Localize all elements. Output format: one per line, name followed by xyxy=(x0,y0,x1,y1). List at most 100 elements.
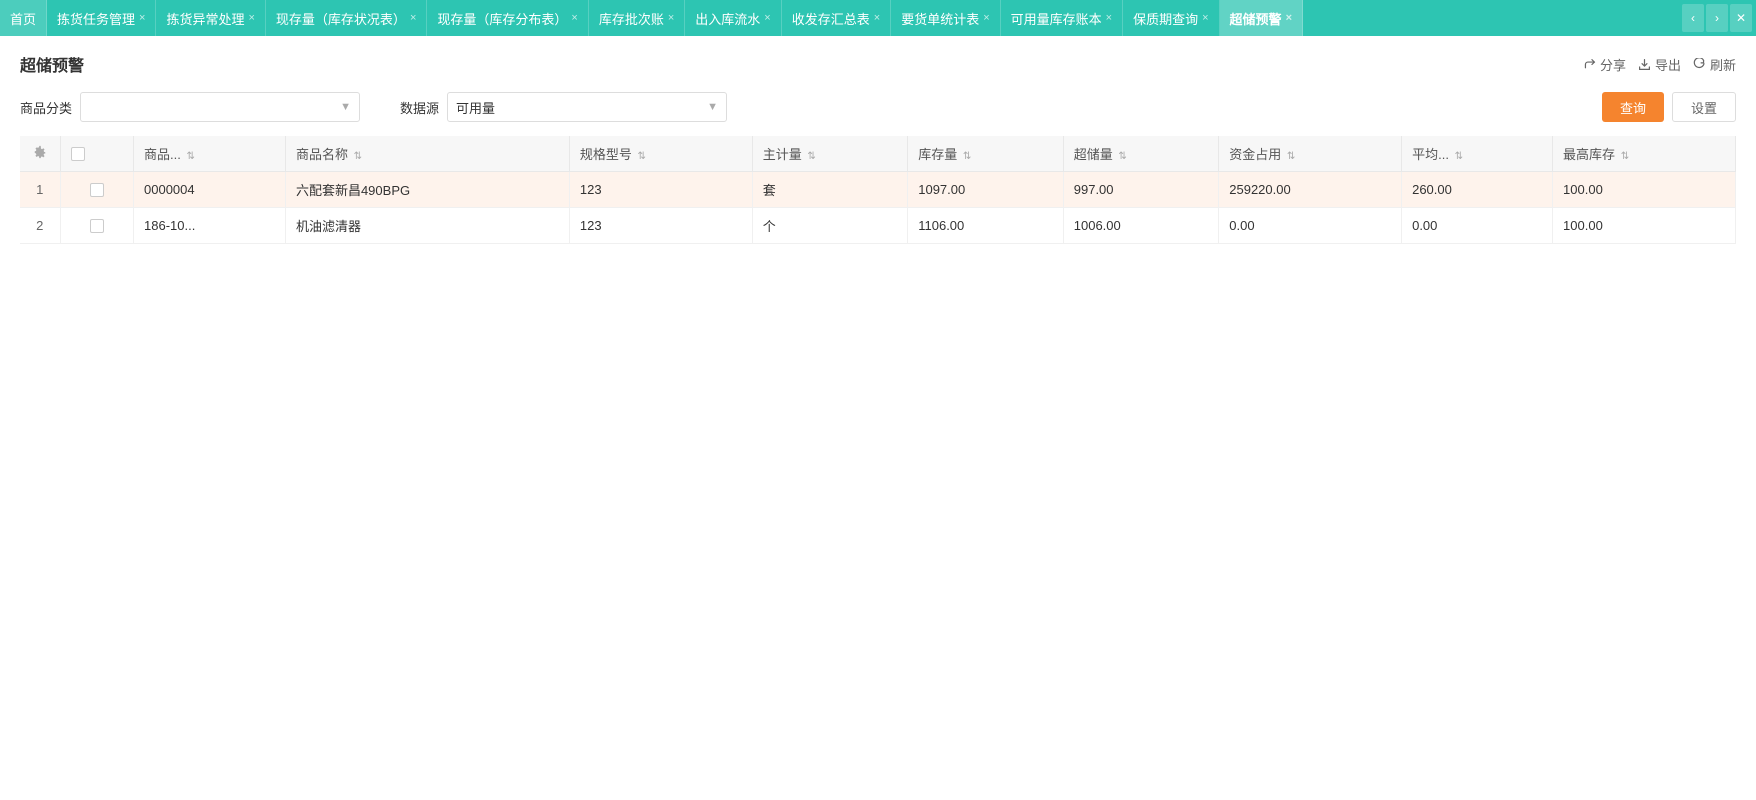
nav-tab-quality-check[interactable]: 保质期查询 × xyxy=(1123,0,1219,36)
sort-name-icon: ⇅ xyxy=(354,151,362,162)
refresh-icon xyxy=(1693,58,1706,71)
page-header: 超储预警 分享 导出 刷新 xyxy=(20,52,1736,76)
datasource-label: 数据源 xyxy=(400,98,439,117)
datasource-chevron-icon: ▼ xyxy=(707,101,718,113)
th-checkbox[interactable] xyxy=(60,136,134,172)
nav-next-btn[interactable]: › xyxy=(1706,4,1728,32)
category-label: 商品分类 xyxy=(20,98,72,117)
nav-tab-collect-summary[interactable]: 收发存汇总表 × xyxy=(782,0,891,36)
row-checkbox-cell-1[interactable] xyxy=(60,208,134,244)
datasource-select[interactable]: 可用量 ▼ xyxy=(447,92,727,122)
row-capital-1: 0.00 xyxy=(1219,208,1402,244)
close-stock-batch[interactable]: × xyxy=(668,12,674,24)
th-name[interactable]: 商品名称 ⇅ xyxy=(285,136,569,172)
row-stock-1: 1106.00 xyxy=(908,208,1064,244)
nav-tab-stock-flow[interactable]: 出入库流水 × xyxy=(685,0,781,36)
th-unit[interactable]: 主计量 ⇅ xyxy=(752,136,908,172)
sort-capital-icon: ⇅ xyxy=(1287,151,1295,162)
nav-tab-stock-status[interactable]: 现存量（库存状况表） × xyxy=(266,0,427,36)
close-collect-summary[interactable]: × xyxy=(874,12,880,24)
page-title: 超储预警 xyxy=(20,52,84,76)
close-quality-check[interactable]: × xyxy=(1202,12,1208,24)
th-maxstock[interactable]: 最高库存 ⇅ xyxy=(1553,136,1736,172)
row-unit-1: 个 xyxy=(752,208,908,244)
datasource-select-value: 可用量 xyxy=(456,98,495,117)
table-header-row: 商品... ⇅ 商品名称 ⇅ 规格型号 ⇅ 主计量 ⇅ 库存量 ⇅ xyxy=(20,136,1736,172)
refresh-button[interactable]: 刷新 xyxy=(1693,55,1736,74)
row-overstock-0: 997.00 xyxy=(1063,172,1219,208)
row-code-0: 0000004 xyxy=(134,172,286,208)
category-filter: 商品分类 ▼ xyxy=(20,92,360,122)
th-code[interactable]: 商品... ⇅ xyxy=(134,136,286,172)
data-table: 商品... ⇅ 商品名称 ⇅ 规格型号 ⇅ 主计量 ⇅ 库存量 ⇅ xyxy=(20,136,1736,244)
sort-maxstock-icon: ⇅ xyxy=(1621,151,1629,162)
share-button[interactable]: 分享 xyxy=(1583,55,1626,74)
row-unit-0: 套 xyxy=(752,172,908,208)
th-avg[interactable]: 平均... ⇅ xyxy=(1402,136,1553,172)
row-index-0: 1 xyxy=(20,172,60,208)
row-checkbox-1[interactable] xyxy=(90,219,104,233)
row-spec-1: 123 xyxy=(569,208,752,244)
row-index-1: 2 xyxy=(20,208,60,244)
sort-code-icon: ⇅ xyxy=(186,151,194,162)
category-chevron-icon: ▼ xyxy=(340,101,351,113)
th-gear[interactable] xyxy=(20,136,60,172)
nav-tab-order-stats[interactable]: 要货单统计表 × xyxy=(891,0,1000,36)
table-row: 2 186-10... 机油滤清器 123 个 1106.00 1006.00 … xyxy=(20,208,1736,244)
gear-icon xyxy=(33,145,47,159)
filter-area: 商品分类 ▼ 数据源 可用量 ▼ 查询 设置 xyxy=(20,92,1736,122)
export-icon xyxy=(1638,58,1651,71)
nav-tab-tg-abnormal[interactable]: 拣货异常处理 × xyxy=(156,0,265,36)
th-spec[interactable]: 规格型号 ⇅ xyxy=(569,136,752,172)
row-stock-0: 1097.00 xyxy=(908,172,1064,208)
query-button[interactable]: 查询 xyxy=(1602,92,1664,122)
row-avg-0: 260.00 xyxy=(1402,172,1553,208)
nav-controls: ‹ › ✕ xyxy=(1680,0,1756,36)
row-spec-0: 123 xyxy=(569,172,752,208)
sort-unit-icon: ⇅ xyxy=(807,151,815,162)
nav-tab-home[interactable]: 首页 xyxy=(0,0,47,36)
datasource-filter: 数据源 可用量 ▼ xyxy=(400,92,727,122)
row-checkbox-0[interactable] xyxy=(90,183,104,197)
row-capital-0: 259220.00 xyxy=(1219,172,1402,208)
row-name-0: 六配套新昌490BPG xyxy=(285,172,569,208)
nav-prev-btn[interactable]: ‹ xyxy=(1682,4,1704,32)
row-code-1: 186-10... xyxy=(134,208,286,244)
close-order-stats[interactable]: × xyxy=(983,12,989,24)
settings-button[interactable]: 设置 xyxy=(1672,92,1736,122)
close-tg-task[interactable]: × xyxy=(139,12,145,24)
sort-stock-icon: ⇅ xyxy=(963,151,971,162)
close-available-stock[interactable]: × xyxy=(1106,12,1112,24)
th-stock[interactable]: 库存量 ⇅ xyxy=(908,136,1064,172)
th-overstock[interactable]: 超储量 ⇅ xyxy=(1063,136,1219,172)
close-stock-status[interactable]: × xyxy=(410,12,416,24)
close-tg-abnormal[interactable]: × xyxy=(248,12,254,24)
th-capital[interactable]: 资金占用 ⇅ xyxy=(1219,136,1402,172)
row-maxstock-1: 100.00 xyxy=(1553,208,1736,244)
nav-tab-stock-batch[interactable]: 库存批次账 × xyxy=(589,0,685,36)
row-avg-1: 0.00 xyxy=(1402,208,1553,244)
row-overstock-1: 1006.00 xyxy=(1063,208,1219,244)
share-icon xyxy=(1583,58,1596,71)
filter-buttons: 查询 设置 xyxy=(1602,92,1736,122)
close-stock-flow[interactable]: × xyxy=(764,12,770,24)
table-row: 1 0000004 六配套新昌490BPG 123 套 1097.00 997.… xyxy=(20,172,1736,208)
header-actions: 分享 导出 刷新 xyxy=(1583,55,1736,74)
close-overstock-warning[interactable]: × xyxy=(1286,12,1292,24)
page-content: 超储预警 分享 导出 刷新 xyxy=(0,36,1756,800)
row-checkbox-cell-0[interactable] xyxy=(60,172,134,208)
nav-tab-available-stock[interactable]: 可用量库存账本 × xyxy=(1001,0,1123,36)
category-select[interactable]: ▼ xyxy=(80,92,360,122)
nav-more-btn[interactable]: ✕ xyxy=(1730,4,1752,32)
top-nav: 首页 拣货任务管理 × 拣货异常处理 × 现存量（库存状况表） × 现存量（库存… xyxy=(0,0,1756,36)
nav-tab-tg-task[interactable]: 拣货任务管理 × xyxy=(47,0,156,36)
sort-overstock-icon: ⇅ xyxy=(1118,151,1126,162)
sort-spec-icon: ⇅ xyxy=(638,151,646,162)
export-button[interactable]: 导出 xyxy=(1638,55,1681,74)
nav-tab-stock-dist[interactable]: 现存量（库存分布表） × xyxy=(427,0,588,36)
row-name-1: 机油滤清器 xyxy=(285,208,569,244)
nav-tab-overstock-warning[interactable]: 超储预警 × xyxy=(1220,0,1303,36)
row-maxstock-0: 100.00 xyxy=(1553,172,1736,208)
header-checkbox[interactable] xyxy=(71,147,85,161)
close-stock-dist[interactable]: × xyxy=(571,12,577,24)
